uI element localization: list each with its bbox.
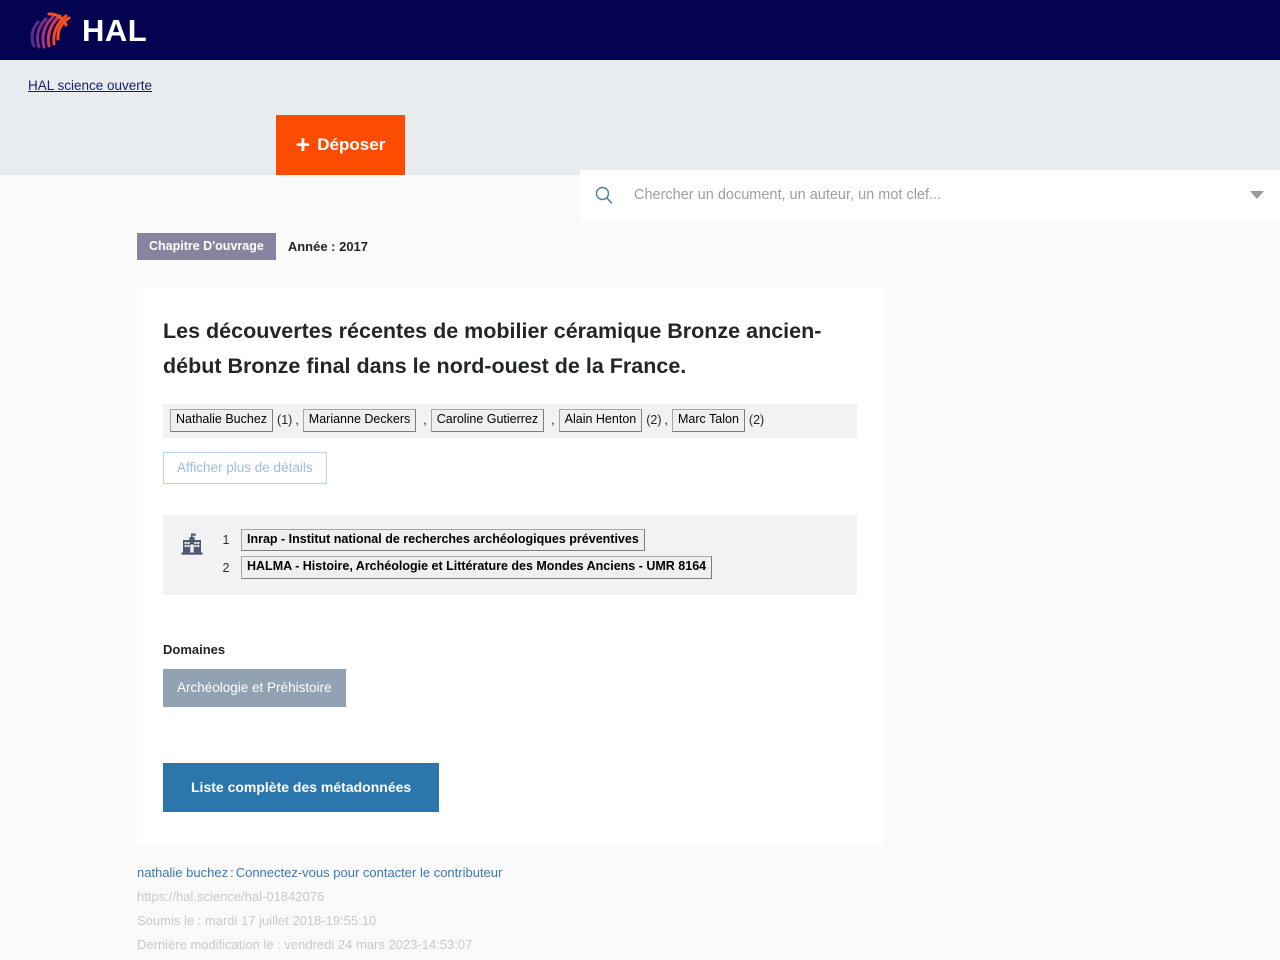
- document-title: Les découvertes récentes de mobilier cér…: [163, 319, 822, 379]
- author-separator: ,: [423, 413, 427, 428]
- publication-year: Année : 2017: [287, 239, 369, 255]
- affiliation-number: 1: [222, 532, 230, 547]
- domain-badge[interactable]: Archéologie et Préhistoire: [163, 668, 346, 707]
- secondary-bar: HAL science ouverte + Déposer: [0, 60, 1280, 220]
- chevron-down-icon[interactable]: [1250, 191, 1264, 199]
- contributor-link[interactable]: nathalie buchez: [137, 865, 228, 880]
- deposit-button[interactable]: + Déposer: [276, 115, 405, 175]
- affiliations-panel: 1 Inrap - Institut national de recherche…: [163, 514, 857, 595]
- author-affiliation-ref: (1): [277, 413, 293, 428]
- affiliations-list: 1 Inrap - Institut national de recherche…: [221, 528, 841, 579]
- record-header-row: Chapitre D'ouvrage Année : 2017: [137, 233, 883, 261]
- hal-logo[interactable]: HAL: [28, 10, 147, 50]
- contact-contributor-link[interactable]: Connectez-vous pour contacter le contrib…: [236, 865, 503, 880]
- search-icon: [595, 186, 613, 204]
- author-affiliation-ref: (2): [646, 413, 662, 428]
- author-button[interactable]: Caroline Gutierrez: [430, 409, 545, 432]
- author-separator: ,: [295, 413, 299, 428]
- record-footer-metadata: nathalie buchez: Connectez-vous pour cont…: [137, 861, 883, 957]
- record-card: Les découvertes récentes de mobilier cér…: [137, 287, 883, 846]
- contributor-separator: :: [230, 864, 234, 880]
- top-navigation-bar: HAL: [0, 0, 1280, 60]
- site-name-link[interactable]: HAL science ouverte: [28, 78, 152, 93]
- affiliation-row: 1 Inrap - Institut national de recherche…: [221, 528, 841, 552]
- affiliation-number: 2: [222, 560, 230, 575]
- hal-arcs-logo-icon: [30, 12, 71, 49]
- record-container: Chapitre D'ouvrage Année : 2017 Les déco…: [137, 233, 883, 846]
- full-metadata-button[interactable]: Liste complète des métadonnées: [163, 762, 440, 812]
- institution-building-icon: [181, 533, 203, 555]
- deposit-button-label: Déposer: [317, 135, 386, 154]
- author-separator: ,: [664, 413, 668, 428]
- author-separator: ,: [551, 413, 555, 428]
- affiliation-button[interactable]: HALMA - Histoire, Archéologie et Littéra…: [241, 556, 713, 579]
- permalink-text: https://hal.science/hal-01842076: [137, 888, 325, 904]
- last-modified-date-text: Dernière modification le : vendredi 24 m…: [137, 936, 473, 952]
- author-affiliation-ref: (2): [748, 413, 765, 428]
- affiliation-row: 2 HALMA - Histoire, Archéologie et Litté…: [221, 556, 841, 579]
- author-button[interactable]: Nathalie Buchez: [170, 409, 274, 432]
- document-type-badge[interactable]: Chapitre D'ouvrage: [137, 233, 276, 261]
- page-body: Chapitre D'ouvrage Année : 2017 Les déco…: [0, 175, 1280, 960]
- author-button[interactable]: Alain Henton: [558, 409, 643, 432]
- search-bar[interactable]: [580, 170, 1280, 220]
- search-input[interactable]: [614, 186, 1250, 204]
- author-button[interactable]: Marianne Deckers: [302, 409, 417, 432]
- contributor-line: nathalie buchez: Connectez-vous pour cont…: [137, 861, 883, 885]
- domains-heading: Domaines: [163, 641, 226, 657]
- author-button[interactable]: Marc Talon: [671, 409, 745, 432]
- affiliation-button[interactable]: Inrap - Institut national de recherches …: [241, 528, 645, 552]
- submitted-date-text: Soumis le : mardi 17 juillet 2018-19:55:…: [137, 912, 377, 928]
- show-more-details-button[interactable]: Afficher plus de détails: [163, 451, 327, 484]
- authors-list: Nathalie Buchez (1) , Marianne Deckers ,…: [163, 404, 857, 438]
- hal-logo-text: HAL: [82, 12, 148, 48]
- plus-icon: +: [295, 131, 311, 159]
